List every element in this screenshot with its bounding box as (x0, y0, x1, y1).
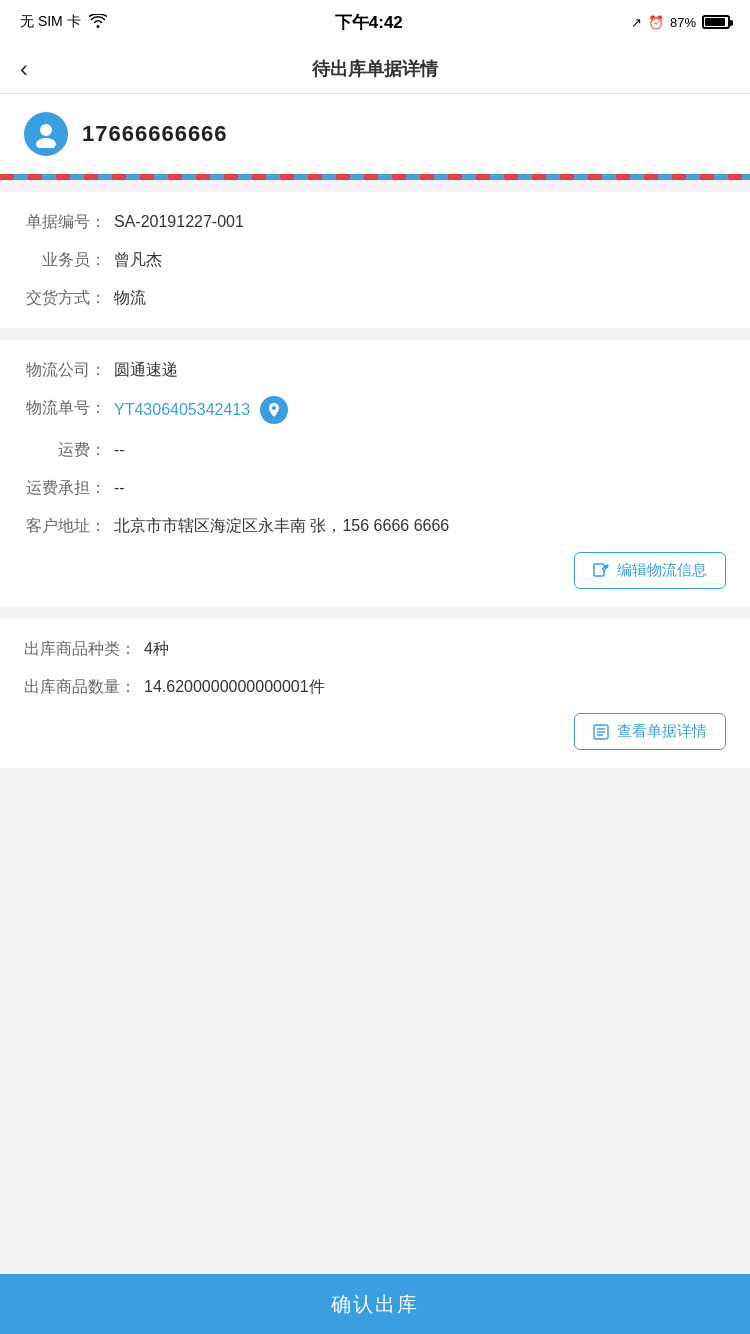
address-label: 客户地址： (24, 514, 114, 538)
alarm-icon: ⏰ (648, 15, 664, 30)
wifi-icon (89, 14, 107, 31)
delivery-method-row: 交货方式： 物流 (24, 286, 726, 310)
logistics-company-label: 物流公司： (24, 358, 114, 382)
edit-icon (593, 563, 609, 579)
freight-row: 运费： -- (24, 438, 726, 462)
bottom-spacer (0, 768, 750, 968)
back-button[interactable]: ‹ (20, 55, 64, 83)
edit-logistics-button[interactable]: 编辑物流信息 (574, 552, 726, 589)
document-no-row: 单据编号： SA-20191227-001 (24, 210, 726, 234)
tracking-row: YT43064053424​13 (114, 396, 288, 424)
tracking-no-label: 物流单号： (24, 396, 114, 420)
status-time: 下午4:42 (335, 11, 403, 34)
view-detail-button[interactable]: 查看单据详情 (574, 713, 726, 750)
product-type-value: 4种 (144, 637, 726, 661)
customer-phone: 17666666666 (82, 121, 228, 147)
location-status-icon: ↗ (631, 15, 642, 30)
freight-bearer-value: -- (114, 476, 726, 500)
carrier-label: 无 SIM 卡 (20, 13, 81, 31)
delivery-method-value: 物流 (114, 286, 726, 310)
product-qty-label: 出库商品数量： (24, 675, 144, 699)
document-no-label: 单据编号： (24, 210, 114, 234)
address-value: 北京市市辖区海淀区永丰南 张，156 6666 6666 (114, 514, 726, 538)
logistics-company-value: 圆通速递 (114, 358, 726, 382)
page-title: 待出库单据详情 (312, 57, 438, 81)
list-icon (593, 724, 609, 740)
address-row: 客户地址： 北京市市辖区海淀区永丰南 张，156 6666 6666 (24, 514, 726, 538)
tracking-no-row: 物流单号： YT43064053424​13 (24, 396, 726, 424)
delivery-method-label: 交货方式： (24, 286, 114, 310)
confirm-outbound-label: 确认出库 (331, 1291, 419, 1318)
freight-bearer-row: 运费承担： -- (24, 476, 726, 500)
logistics-section: 物流公司： 圆通速递 物流单号： YT43064053424​13 运费： --… (0, 340, 750, 607)
confirm-outbound-button[interactable]: 确认出库 (0, 1274, 750, 1334)
nav-bar: ‹ 待出库单据详情 (0, 44, 750, 94)
battery-percent: 87% (670, 15, 696, 30)
sales-person-value: 曾凡杰 (114, 248, 726, 272)
product-type-row: 出库商品种类： 4种 (24, 637, 726, 661)
view-btn-row: 查看单据详情 (24, 713, 726, 750)
edit-btn-row: 编辑物流信息 (24, 552, 726, 589)
freight-label: 运费： (24, 438, 114, 462)
status-right: ↗ ⏰ 87% (631, 15, 730, 30)
svg-point-1 (36, 138, 56, 148)
outbound-section: 出库商品种类： 4种 出库商品数量： 14.620000000000000​1件… (0, 619, 750, 768)
status-bar: 无 SIM 卡 下午4:42 ↗ ⏰ 87% (0, 0, 750, 44)
map-location-icon[interactable] (260, 396, 288, 424)
sales-person-row: 业务员： 曾凡杰 (24, 248, 726, 272)
sales-person-label: 业务员： (24, 248, 114, 272)
edit-logistics-label: 编辑物流信息 (617, 561, 707, 580)
avatar (24, 112, 68, 156)
product-type-label: 出库商品种类： (24, 637, 144, 661)
product-qty-row: 出库商品数量： 14.620000000000000​1件 (24, 675, 726, 699)
product-qty-value: 14.620000000000000​1件 (144, 675, 726, 699)
customer-header: 17666666666 (0, 94, 750, 174)
freight-bearer-label: 运费承担： (24, 476, 114, 500)
status-left: 无 SIM 卡 (20, 13, 107, 31)
logistics-company-row: 物流公司： 圆通速递 (24, 358, 726, 382)
dashed-separator (0, 174, 750, 180)
view-detail-label: 查看单据详情 (617, 722, 707, 741)
svg-point-2 (272, 406, 276, 410)
battery-icon (702, 15, 730, 29)
svg-point-0 (40, 124, 52, 136)
basic-info-section: 单据编号： SA-20191227-001 业务员： 曾凡杰 交货方式： 物流 (0, 192, 750, 328)
freight-value: -- (114, 438, 726, 462)
document-no-value: SA-20191227-001 (114, 210, 726, 234)
tracking-no-value: YT43064053424​13 (114, 398, 250, 422)
